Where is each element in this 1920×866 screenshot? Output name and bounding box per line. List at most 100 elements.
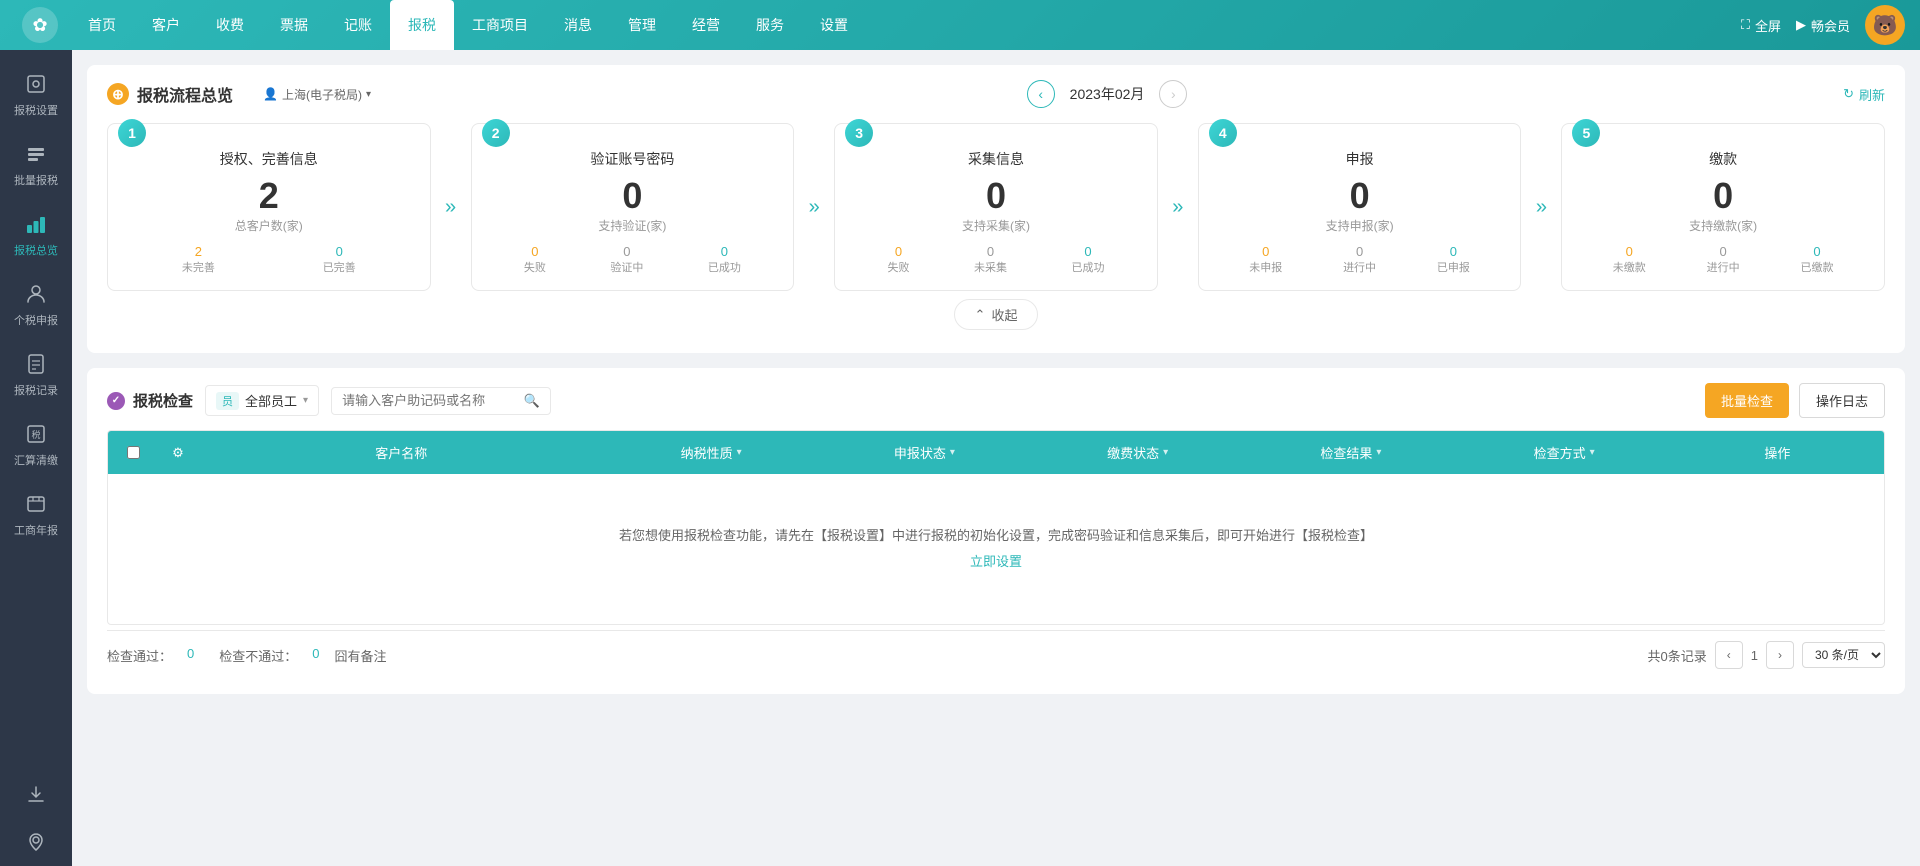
step-count-5: 0 xyxy=(1582,174,1864,217)
th-tax-type[interactable]: 纳税性质 ▾ xyxy=(605,431,818,474)
step-title-4: 申报 xyxy=(1219,149,1501,169)
stat-num-4-0: 0 xyxy=(1249,244,1282,259)
stat-label-2-1: 验证中 xyxy=(610,259,643,275)
th-checkbox[interactable] xyxy=(108,431,158,474)
setup-link[interactable]: 立即设置 xyxy=(970,549,1022,575)
step-subtitle-4: 支持申报(家) xyxy=(1219,217,1501,234)
batch-check-btn[interactable]: 批量检查 xyxy=(1705,383,1789,418)
next-page-btn[interactable]: › xyxy=(1766,641,1794,669)
per-page-select[interactable]: 30 条/页 xyxy=(1802,642,1885,668)
sidebar: 报税设置 批量报税 报税总览 xyxy=(0,50,72,866)
sidebar-location[interactable] xyxy=(0,818,72,866)
annual-settlement-icon: 税 xyxy=(24,422,48,446)
search-input-wrap[interactable]: 🔍 xyxy=(331,387,551,415)
fullscreen-btn[interactable]: ⛶ 全屏 xyxy=(1741,16,1781,35)
select-all-checkbox[interactable] xyxy=(127,446,140,459)
th-pay-status[interactable]: 缴费状态 ▾ xyxy=(1031,431,1244,474)
sidebar-item-annual-report[interactable]: 工商年报 xyxy=(0,480,72,550)
individual-tax-icon xyxy=(24,282,48,306)
stat-3-2: 0 已成功 xyxy=(1072,244,1105,275)
stat-label-5-0: 未缴款 xyxy=(1613,259,1646,275)
sidebar-download[interactable] xyxy=(0,770,72,818)
nav-management[interactable]: 管理 xyxy=(610,0,674,50)
sidebar-item-tax-overview[interactable]: 报税总览 xyxy=(0,200,72,270)
chevron-down-icon: ▾ xyxy=(366,89,371,100)
nav-invoice[interactable]: 票据 xyxy=(262,0,326,50)
nav-accounting[interactable]: 记账 xyxy=(326,0,390,50)
sidebar-item-tax-settings[interactable]: 报税设置 xyxy=(0,60,72,130)
th-gear[interactable]: ⚙ xyxy=(158,431,198,474)
sidebar-label-tax-settings: 报税设置 xyxy=(14,102,58,118)
step-card-5: 5 缴款 0 支持缴款(家) 0 未缴款 0 进行中 xyxy=(1561,123,1885,291)
th-operation: 操作 xyxy=(1671,431,1884,474)
logo[interactable]: ✿ xyxy=(10,0,70,50)
operation-log-btn[interactable]: 操作日志 xyxy=(1799,383,1885,418)
filter-tax-type-icon: ▾ xyxy=(737,447,742,458)
nav-tax[interactable]: 报税 xyxy=(390,0,454,50)
pass-count[interactable]: 0 xyxy=(187,646,194,665)
step-stats-4: 0 未申报 0 进行中 0 已申报 xyxy=(1219,244,1501,275)
search-input[interactable] xyxy=(342,393,519,408)
th-operation-text: 操作 xyxy=(1764,443,1790,462)
step-num-5: 5 xyxy=(1572,119,1600,147)
next-month-btn[interactable]: › xyxy=(1159,80,1187,108)
sidebar-item-annual-settlement[interactable]: 税 汇算清缴 xyxy=(0,410,72,480)
stat-num-4-2: 0 xyxy=(1437,244,1470,259)
th-check-method[interactable]: 检查方式 ▾ xyxy=(1458,431,1671,474)
user-avatar[interactable]: 🐻 xyxy=(1865,5,1905,45)
nav-home[interactable]: 首页 xyxy=(70,0,134,50)
employee-select[interactable]: 员 全部员工 ▾ xyxy=(205,385,319,416)
stat-label-3-0: 失败 xyxy=(887,259,909,275)
table-footer: 检查通过：0 检查不通过：0 囧有备注 共0条记录 ‹ 1 › 30 条/页 xyxy=(107,630,1885,679)
refresh-label: 刷新 xyxy=(1859,85,1885,104)
footer-right: 共0条记录 ‹ 1 › 30 条/页 xyxy=(1648,641,1885,669)
current-page: 1 xyxy=(1751,648,1758,663)
tax-check-title: ✓ 报税检查 xyxy=(107,390,193,411)
step-title-1: 授权、完善信息 xyxy=(128,149,410,169)
sidebar-item-batch-tax[interactable]: 批量报税 xyxy=(0,130,72,200)
stat-num-2-0: 0 xyxy=(524,244,546,259)
prev-page-btn[interactable]: ‹ xyxy=(1715,641,1743,669)
vip-btn[interactable]: ▶ 畅会员 xyxy=(1796,16,1850,35)
top-nav: ✿ 首页 客户 收费 票据 记账 报税 工商项目 消息 管理 经营 服务 设置 … xyxy=(0,0,1920,50)
collapse-row: ⌃ 收起 xyxy=(107,291,1885,338)
refresh-btn[interactable]: ↻ 刷新 xyxy=(1843,85,1885,104)
sidebar-bottom xyxy=(0,770,72,866)
header-right-btns: 批量检查 操作日志 xyxy=(1705,383,1885,418)
collapse-btn[interactable]: ⌃ 收起 xyxy=(954,299,1039,330)
prev-month-btn[interactable]: ‹ xyxy=(1027,80,1055,108)
th-check-result[interactable]: 检查结果 ▾ xyxy=(1244,431,1457,474)
location-text: 上海(电子税局) xyxy=(282,86,362,103)
nav-items: 首页 客户 收费 票据 记账 报税 工商项目 消息 管理 经营 服务 设置 xyxy=(70,0,1741,50)
nav-operations[interactable]: 经营 xyxy=(674,0,738,50)
sidebar-label-individual-tax: 个税申报 xyxy=(14,312,58,328)
nav-services[interactable]: 服务 xyxy=(738,0,802,50)
steps-row: 1 授权、完善信息 2 总客户数(家) 2 未完善 0 已完善 xyxy=(107,123,1885,291)
location-badge[interactable]: 👤 上海(电子税局) ▾ xyxy=(263,86,371,103)
nav-business[interactable]: 工商项目 xyxy=(454,0,546,50)
sidebar-item-tax-record[interactable]: 报税记录 xyxy=(0,340,72,410)
stat-2-2: 0 已成功 xyxy=(708,244,741,275)
pass-label: 检查通过： xyxy=(107,646,172,665)
fullscreen-icon: ⛶ xyxy=(1741,17,1750,33)
nav-customer[interactable]: 客户 xyxy=(134,0,198,50)
arrow-3: » xyxy=(1158,123,1198,291)
nav-fee[interactable]: 收费 xyxy=(198,0,262,50)
nav-messages[interactable]: 消息 xyxy=(546,0,610,50)
step-subtitle-5: 支持缴款(家) xyxy=(1582,217,1864,234)
step-subtitle-1: 总客户数(家) xyxy=(128,217,410,234)
tax-check-header: ✓ 报税检查 员 全部员工 ▾ 🔍 批量检查 操作日志 xyxy=(107,383,1885,418)
stat-num-3-2: 0 xyxy=(1072,244,1105,259)
nav-settings[interactable]: 设置 xyxy=(802,0,866,50)
content-area: ⊕ 报税流程总览 👤 上海(电子税局) ▾ ‹ 2023年02月 › ↻ xyxy=(72,50,1920,866)
stat-5-2: 0 已缴款 xyxy=(1801,244,1834,275)
step-stats-5: 0 未缴款 0 进行中 0 已缴款 xyxy=(1582,244,1864,275)
fail-count[interactable]: 0 xyxy=(312,646,319,665)
stat-5-0: 0 未缴款 xyxy=(1613,244,1646,275)
current-month: 2023年02月 xyxy=(1070,84,1145,104)
step-title-3: 采集信息 xyxy=(855,149,1137,169)
sidebar-item-individual-tax[interactable]: 个税申报 xyxy=(0,270,72,340)
th-declare-status[interactable]: 申报状态 ▾ xyxy=(818,431,1031,474)
step-num-2: 2 xyxy=(482,119,510,147)
download-icon xyxy=(24,782,48,806)
